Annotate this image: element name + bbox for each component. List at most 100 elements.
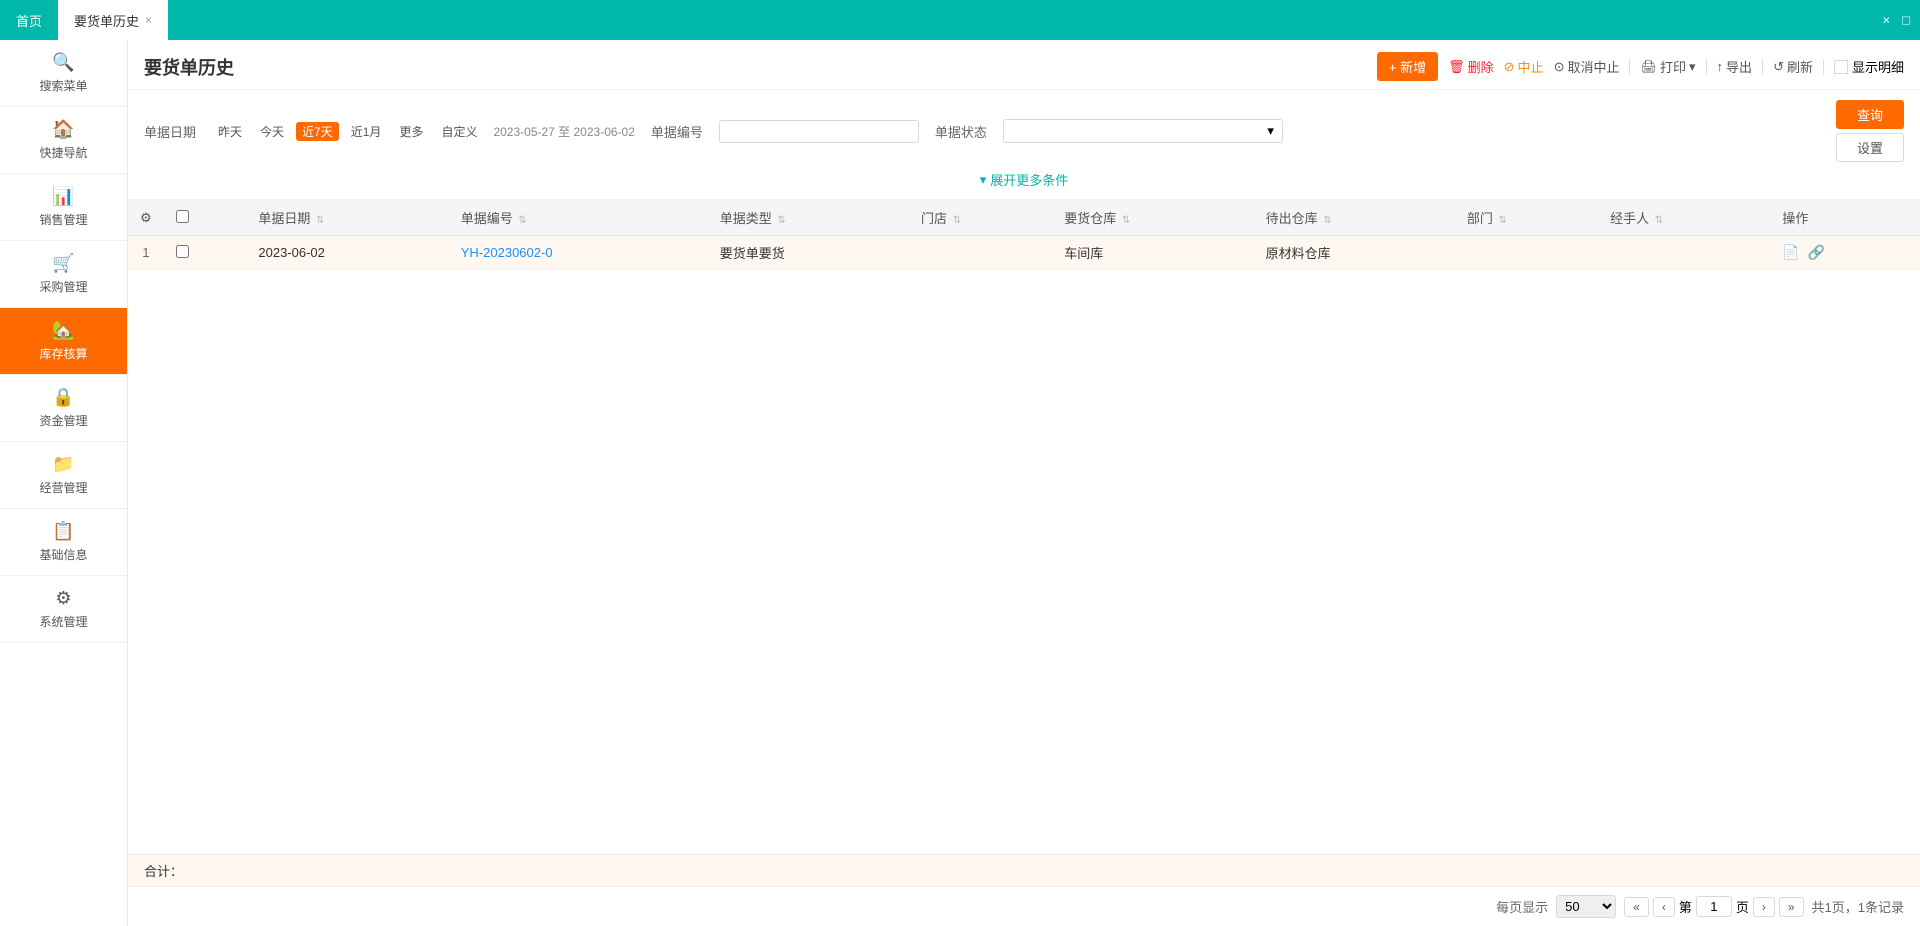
expand-more-label: 展开更多条件 <box>990 170 1068 189</box>
sidebar-item-inventory[interactable]: 🏡 库存核算 <box>0 308 127 375</box>
filter-row-1: 单据日期 昨天 今天 近7天 近1月 更多 自定义 2023-05-27 至 2… <box>144 100 1904 162</box>
page-total: 共1页，1条记录 <box>1812 897 1904 916</box>
row-checkbox[interactable] <box>176 245 189 258</box>
row-handler <box>1598 236 1770 270</box>
content-area: 要货单历史 + 新增 🗑 删除 ⊘ 中止 ⊙ 取消中止 🖨 打 <box>128 40 1920 926</box>
prev-page-button[interactable]: ‹ <box>1653 897 1675 917</box>
top-bar-right: × □ <box>1883 13 1910 28</box>
row-pending-warehouse: 原材料仓库 <box>1254 236 1455 270</box>
date-btn-last7[interactable]: 近7天 <box>296 122 339 141</box>
col-department: 部门 ⇅ <box>1455 200 1598 236</box>
first-page-button[interactable]: « <box>1624 897 1649 917</box>
doc-status-dropdown-icon: ▾ <box>1267 123 1274 139</box>
refresh-icon: ↺ <box>1773 59 1784 75</box>
sidebar-item-quick-nav[interactable]: 🏠 快捷导航 <box>0 107 127 174</box>
sidebar-item-purchase[interactable]: 🛒 采购管理 <box>0 241 127 308</box>
sort-handler-icon[interactable]: ⇅ <box>1655 215 1663 226</box>
operations-icon: 📁 <box>52 454 74 475</box>
show-detail-checkbox[interactable] <box>1834 60 1848 74</box>
sidebar-item-search-menu[interactable]: 🔍 搜索菜单 <box>0 40 127 107</box>
print-label: 打印 <box>1660 57 1686 76</box>
window-close-btn[interactable]: × <box>1883 13 1891 28</box>
date-btn-custom[interactable]: 自定义 <box>435 122 483 141</box>
top-bar: 首页 要货单历史 × × □ <box>0 0 1920 40</box>
stop-button[interactable]: ⊘ 中止 <box>1504 57 1544 76</box>
col-settings[interactable]: ⚙ <box>128 200 164 236</box>
date-btn-last1m[interactable]: 近1月 <box>345 122 388 141</box>
doc-number-input[interactable] <box>719 120 919 143</box>
delete-label: 删除 <box>1468 57 1494 76</box>
sidebar: 🔍 搜索菜单 🏠 快捷导航 📊 销售管理 🛒 采购管理 🏡 库存核算 🔒 资金管… <box>0 40 128 926</box>
col-req-warehouse-label: 要货仓库 <box>1064 211 1116 226</box>
show-detail-wrap: 显示明细 <box>1834 57 1904 76</box>
stop-icon: ⊘ <box>1504 59 1515 75</box>
page-header: 要货单历史 + 新增 🗑 删除 ⊘ 中止 ⊙ 取消中止 🖨 打 <box>128 40 1920 90</box>
row-department <box>1455 236 1598 270</box>
tab-close-icon[interactable]: × <box>145 13 152 27</box>
col-operation: 操作 <box>1770 200 1920 236</box>
col-doc-number: 单据编号 ⇅ <box>449 200 708 236</box>
print-button[interactable]: 🖨 打印 ▾ <box>1640 57 1695 76</box>
setting-button[interactable]: 设置 <box>1836 133 1904 162</box>
new-button[interactable]: + 新增 <box>1377 52 1438 81</box>
next-page-button[interactable]: › <box>1753 897 1775 917</box>
sidebar-item-basic-label: 基础信息 <box>39 546 87 563</box>
search-menu-icon: 🔍 <box>52 52 74 73</box>
tab-home[interactable]: 首页 <box>0 0 58 40</box>
row-checkbox-cell <box>164 236 247 270</box>
purchase-icon: 🛒 <box>52 253 74 274</box>
date-btn-yesterday[interactable]: 昨天 <box>212 122 248 141</box>
row-doc-number: YH-20230602-0 <box>449 236 708 270</box>
divider-4 <box>1823 59 1824 75</box>
page-size-select[interactable]: 50 10 20 100 <box>1556 895 1616 918</box>
sidebar-item-finance-label: 资金管理 <box>39 412 87 429</box>
row-doc-type: 要货单要货 <box>708 236 909 270</box>
date-label: 单据日期 <box>144 122 196 141</box>
finance-icon: 🔒 <box>52 387 74 408</box>
col-department-label: 部门 <box>1467 211 1493 226</box>
col-store: 门店 ⇅ <box>909 200 1052 236</box>
doc-status-select[interactable]: ▾ <box>1003 119 1283 143</box>
row-op-link-icon[interactable]: 🔗 <box>1808 244 1825 261</box>
stop-label: 中止 <box>1518 57 1544 76</box>
date-btn-today[interactable]: 今天 <box>254 122 290 141</box>
query-button[interactable]: 查询 <box>1836 100 1904 129</box>
row-op-view-icon[interactable]: 📄 <box>1782 244 1799 261</box>
data-table: ⚙ 单据日期 ⇅ 单据编号 ⇅ 单据类型 <box>128 200 1920 270</box>
doc-number-link[interactable]: YH-20230602-0 <box>461 245 553 260</box>
col-pending-warehouse-label: 待出仓库 <box>1266 211 1318 226</box>
sidebar-item-finance[interactable]: 🔒 资金管理 <box>0 375 127 442</box>
tab-requisition-history[interactable]: 要货单历史 × <box>58 0 168 40</box>
sort-store-icon[interactable]: ⇅ <box>953 215 961 226</box>
sort-req-warehouse-icon[interactable]: ⇅ <box>1122 215 1130 226</box>
page-nav: « ‹ 第 页 › » <box>1624 896 1803 917</box>
current-page-input[interactable] <box>1696 896 1732 917</box>
sidebar-item-operations[interactable]: 📁 经营管理 <box>0 442 127 509</box>
sidebar-item-system[interactable]: ⚙ 系统管理 <box>0 576 127 643</box>
sidebar-item-system-label: 系统管理 <box>39 613 87 630</box>
date-btn-more[interactable]: 更多 <box>393 122 429 141</box>
sidebar-item-sales[interactable]: 📊 销售管理 <box>0 174 127 241</box>
divider-1 <box>1629 59 1630 75</box>
basic-info-icon: 📋 <box>52 521 74 542</box>
export-button[interactable]: ↑ 导出 <box>1717 57 1753 76</box>
refresh-button[interactable]: ↺ 刷新 <box>1773 57 1813 76</box>
sort-department-icon[interactable]: ⇅ <box>1499 215 1507 226</box>
sort-doc-number-icon[interactable]: ⇅ <box>518 215 526 226</box>
sort-doc-type-icon[interactable]: ⇅ <box>777 215 785 226</box>
sort-doc-date-icon[interactable]: ⇅ <box>316 215 324 226</box>
col-req-warehouse: 要货仓库 ⇅ <box>1052 200 1253 236</box>
cancel-stop-button[interactable]: ⊙ 取消中止 <box>1554 57 1620 76</box>
sidebar-item-basic-info[interactable]: 📋 基础信息 <box>0 509 127 576</box>
doc-number-label: 单据编号 <box>651 122 703 141</box>
last-page-button[interactable]: » <box>1779 897 1804 917</box>
tab-home-label: 首页 <box>16 11 42 30</box>
sort-pending-warehouse-icon[interactable]: ⇅ <box>1323 215 1331 226</box>
delete-button[interactable]: 🗑 删除 <box>1448 57 1494 76</box>
window-maximize-btn[interactable]: □ <box>1902 13 1910 28</box>
select-all-checkbox[interactable] <box>176 210 189 223</box>
expand-more-btn[interactable]: ▾ 展开更多条件 <box>980 170 1069 189</box>
col-pending-warehouse: 待出仓库 ⇅ <box>1254 200 1455 236</box>
date-shortcuts: 昨天 今天 近7天 近1月 更多 自定义 2023-05-27 至 2023-0… <box>212 122 635 141</box>
page-prefix: 第 <box>1679 897 1692 916</box>
